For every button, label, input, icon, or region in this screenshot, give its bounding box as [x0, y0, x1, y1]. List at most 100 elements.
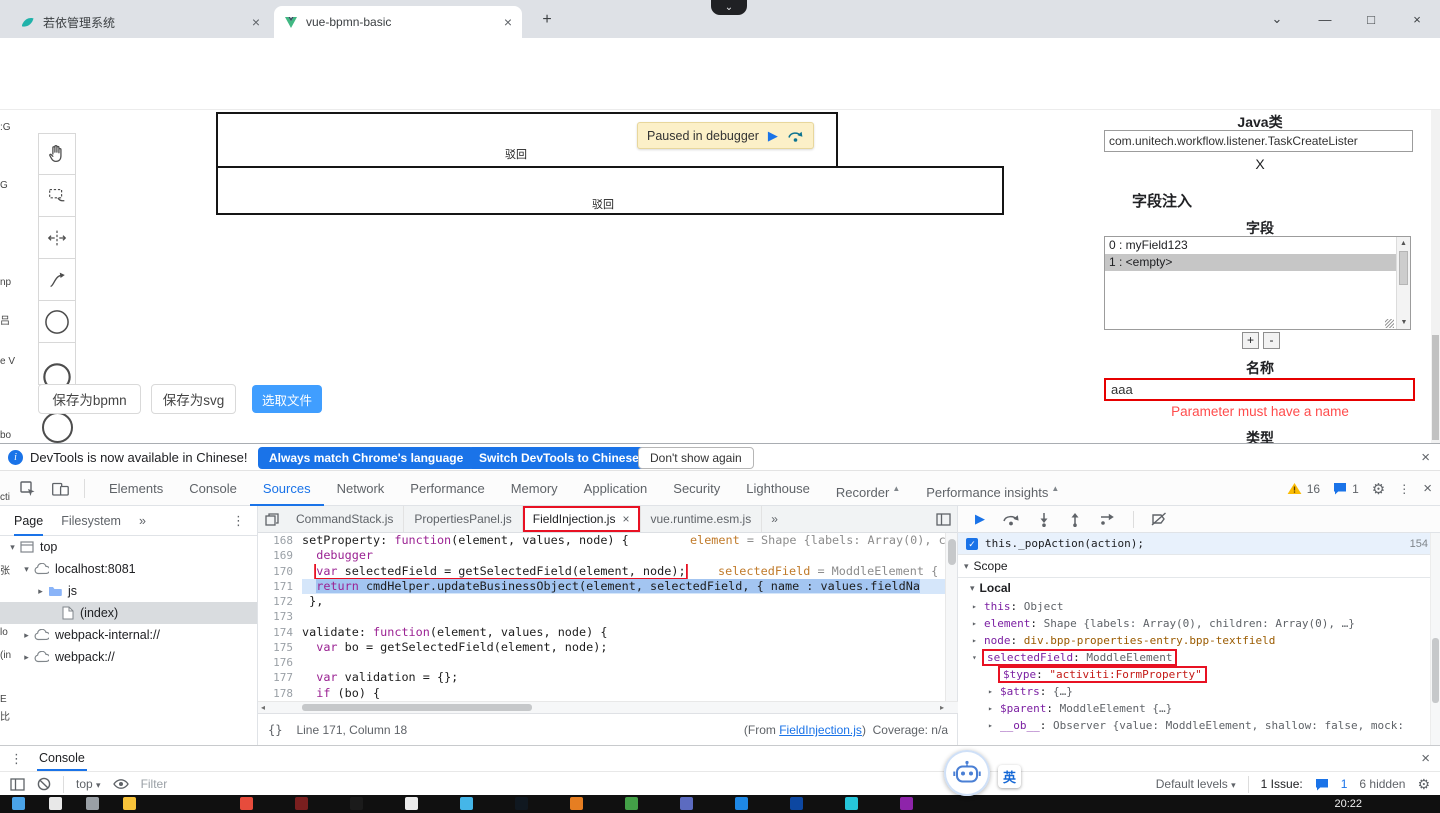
devtools-tab-application[interactable]: Application [571, 471, 661, 506]
scope-section-header[interactable]: ▾ Scope [958, 555, 1440, 578]
line-number[interactable]: 170 [258, 564, 302, 579]
editor-horizontal-scrollbar[interactable]: ◂ ▸ [258, 701, 958, 713]
console-sidebar-icon[interactable] [10, 777, 25, 791]
devtools-menu-icon[interactable]: ⋮ [1398, 482, 1410, 496]
taskbar-app-icon[interactable] [900, 797, 913, 810]
ime-language-badge[interactable]: 英 [998, 765, 1021, 788]
editor-vertical-scrollbar[interactable] [945, 533, 957, 701]
breakpoint-entry[interactable]: ✓ this._popAction(action); 154 [958, 533, 1440, 555]
scrollbar-thumb[interactable] [1432, 335, 1439, 440]
file-tab-PropertiesPanel.js[interactable]: PropertiesPanel.js [404, 506, 523, 532]
scrollbar-thumb[interactable] [1432, 638, 1439, 703]
dont-show-again-button[interactable]: Don't show again [638, 446, 754, 469]
scope-variable-$parent[interactable]: ▸ $parent: ModdleElement {…} [958, 700, 1440, 717]
create-start-event-tool[interactable] [38, 301, 76, 343]
navigator-menu-icon[interactable]: ⋮ [232, 513, 245, 529]
tree-item-webpack-internal-[interactable]: ▸ webpack-internal:// [0, 624, 257, 646]
resize-grip[interactable] [1385, 319, 1394, 328]
tree-item-localhost-8081[interactable]: ▾ localhost:8081 [0, 558, 257, 580]
tree-caret-icon[interactable]: ▾ [20, 564, 33, 575]
devtools-tab-network[interactable]: Network [324, 471, 398, 506]
code-line[interactable]: 171 return cmdHelper.updateBusinessObjec… [258, 578, 946, 595]
scope-local-group[interactable]: ▾ Local [958, 578, 1440, 598]
caret-icon[interactable]: ▸ [972, 636, 984, 645]
taskbar-app-icon[interactable] [405, 797, 418, 810]
warnings-icon[interactable] [1287, 482, 1302, 495]
global-connect-tool[interactable] [38, 259, 76, 301]
taskbar-app-icon[interactable] [790, 797, 803, 810]
taskbar-app-icon[interactable] [845, 797, 858, 810]
line-number[interactable]: 177 [258, 670, 302, 685]
step-icon[interactable] [1099, 512, 1116, 526]
file-link[interactable]: FieldInjection.js [779, 723, 862, 737]
file-tab-CommandStack.js[interactable]: CommandStack.js [286, 506, 405, 532]
taskbar-app-icon[interactable] [240, 797, 253, 810]
breakpoint-checkbox[interactable]: ✓ [966, 537, 978, 550]
tree-item--index-[interactable]: (index) [0, 602, 257, 624]
clear-console-icon[interactable] [37, 777, 51, 791]
save-svg-button[interactable]: 保存为svg [151, 384, 236, 414]
scope-variable-$type[interactable]: $type: "activiti:FormProperty" [958, 666, 1440, 683]
tree-caret-icon[interactable]: ▾ [6, 542, 19, 553]
code-line[interactable]: 172 }, [258, 594, 946, 609]
step-over-icon[interactable] [787, 129, 804, 142]
more-tabs-icon[interactable]: » [762, 506, 787, 532]
switch-to-chinese-button[interactable]: Switch DevTools to Chinese [468, 446, 650, 469]
live-expression-eye-icon[interactable] [112, 778, 129, 790]
page-scrollbar[interactable] [1431, 110, 1440, 443]
code-line[interactable]: 176 [258, 655, 946, 670]
tab-page[interactable]: Page [14, 506, 43, 536]
add-field-button[interactable]: + [1242, 332, 1259, 349]
resume-script-icon[interactable]: ▶ [975, 511, 985, 527]
tree-caret-icon[interactable]: ▸ [20, 630, 33, 641]
taskbar-system-icon[interactable] [49, 797, 62, 810]
device-toolbar-icon[interactable] [52, 482, 69, 496]
tree-caret-icon[interactable]: ▸ [34, 586, 47, 597]
scope-variable-__ob__[interactable]: ▸ __ob__: Observer {value: ModdleElement,… [958, 717, 1440, 734]
always-match-language-button[interactable]: Always match Chrome's language [258, 446, 475, 469]
scroll-up-icon[interactable]: ▲ [1397, 237, 1410, 250]
scrollbar-thumb[interactable] [302, 704, 532, 711]
code-line[interactable]: 168 setProperty: function(element, values… [258, 533, 946, 548]
tree-item-top[interactable]: ▾ top [0, 536, 257, 558]
scrollbar-thumb[interactable] [1399, 251, 1408, 285]
caret-icon[interactable]: ▸ [972, 619, 984, 628]
code-line[interactable]: 175 var bo = getSelectedField(element, n… [258, 640, 946, 655]
code-line[interactable]: 170 var selectedField = getSelectedField… [258, 564, 946, 579]
close-devtools-icon[interactable]: × [1423, 480, 1432, 497]
tree-caret-icon[interactable]: ▸ [20, 652, 33, 663]
pretty-print-icon[interactable]: {} [268, 723, 282, 737]
taskbar-app-icon[interactable] [350, 797, 363, 810]
step-over-icon[interactable] [1002, 512, 1020, 526]
devtools-tab-console[interactable]: Console [176, 471, 250, 506]
taskbar-system-icon[interactable] [86, 797, 99, 810]
caret-icon[interactable]: ▸ [988, 721, 1000, 730]
devtools-tab-memory[interactable]: Memory [498, 471, 571, 506]
editor-panel-icon[interactable] [936, 513, 951, 526]
browser-tab[interactable]: vue-bpmn-basic × [274, 6, 522, 38]
hand-tool[interactable] [38, 133, 76, 175]
scope-variable-$attrs[interactable]: ▸ $attrs: {…} [958, 683, 1440, 700]
maximize-button[interactable]: □ [1349, 0, 1393, 38]
minimize-button[interactable]: — [1303, 0, 1347, 38]
close-tab-icon[interactable]: × [252, 15, 260, 29]
step-out-icon[interactable] [1068, 512, 1082, 527]
taskbar-app-icon[interactable] [625, 797, 638, 810]
drawer-menu-icon[interactable]: ⋮ [10, 751, 23, 767]
file-tab-vue.runtime.esm.js[interactable]: vue.runtime.esm.js [641, 506, 763, 532]
sidebar-scrollbar[interactable] [1430, 533, 1440, 746]
save-bpmn-button[interactable]: 保存为bpmn [38, 384, 141, 414]
space-tool[interactable] [38, 217, 76, 259]
line-number[interactable]: 168 [258, 533, 302, 548]
tab-filesystem[interactable]: Filesystem [61, 514, 121, 528]
line-number[interactable]: 169 [258, 548, 302, 563]
resume-script-icon[interactable]: ▶ [768, 128, 778, 144]
console-settings-gear-icon[interactable]: ⚙ [1417, 776, 1430, 793]
code-line[interactable]: 173 [258, 609, 946, 624]
open-files-icon[interactable] [258, 506, 286, 532]
scroll-down-icon[interactable]: ▼ [1397, 316, 1411, 329]
settings-gear-icon[interactable]: ⚙ [1372, 480, 1385, 498]
field-name-input[interactable] [1104, 378, 1415, 401]
tree-item-js[interactable]: ▸ js [0, 580, 257, 602]
issues-label[interactable]: 1 Issue: [1261, 777, 1303, 791]
